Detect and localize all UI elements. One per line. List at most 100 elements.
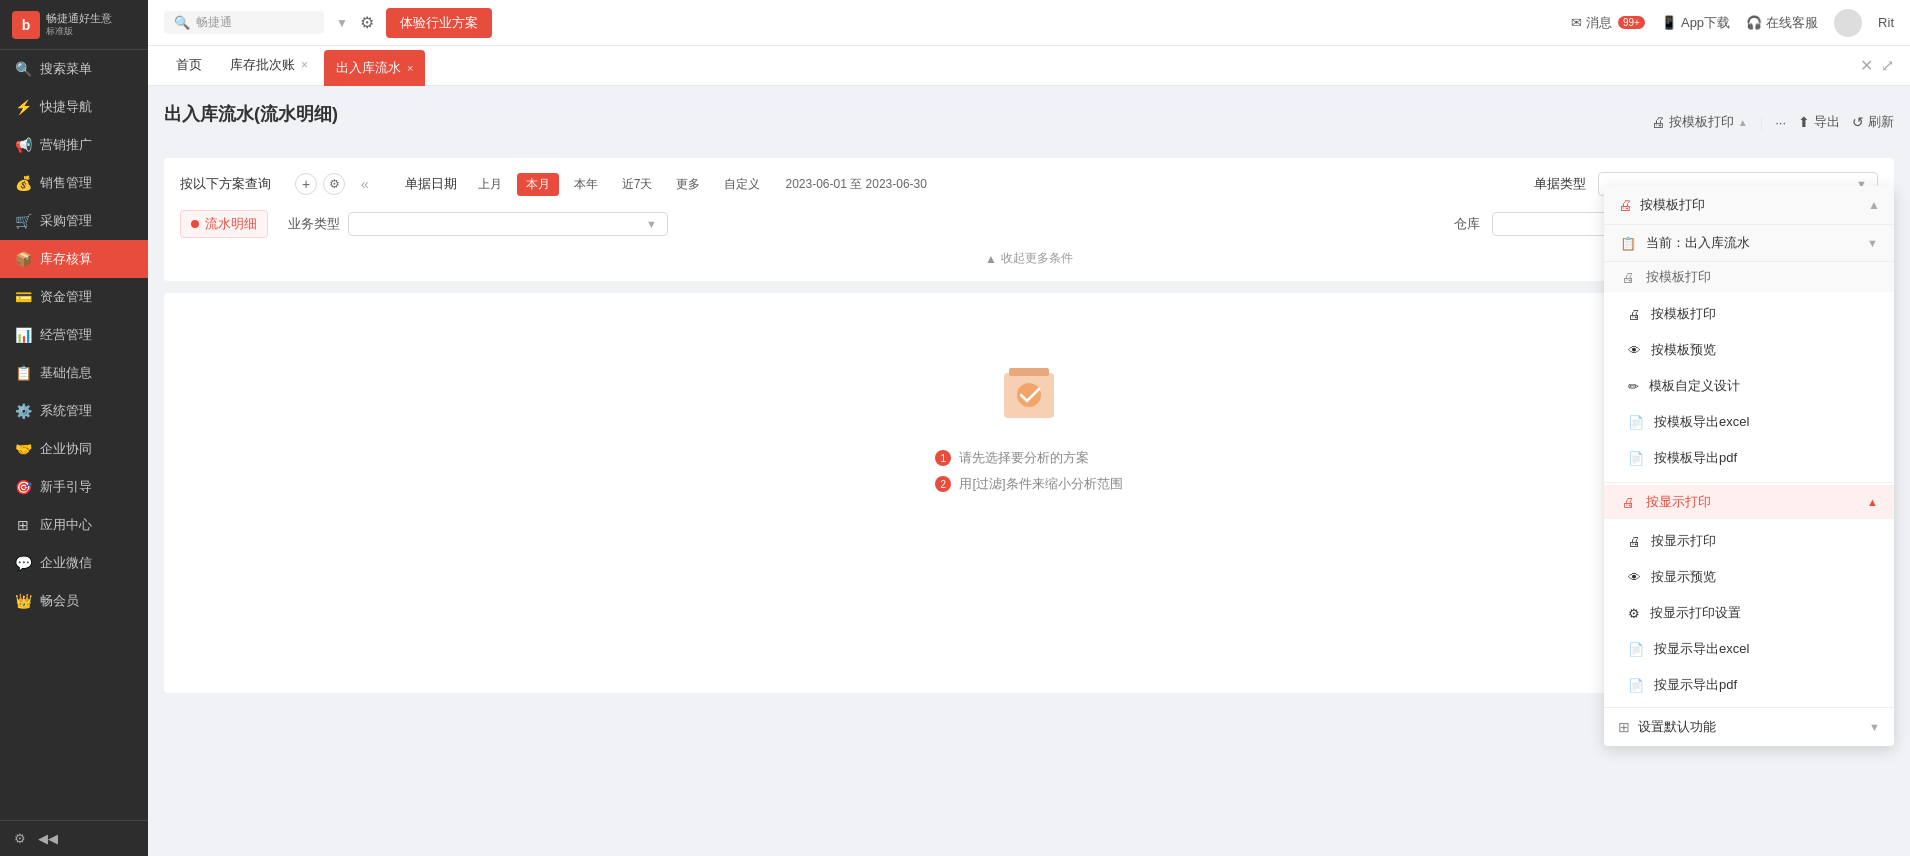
main-content: 🔍 ▼ ⚙ 体验行业方案 ✉ 消息 99+ 📱 App下载 🎧 在线客服 Rit (148, 0, 1910, 856)
collapse-more-button[interactable]: ▲ 收起更多条件 (985, 250, 1073, 267)
dropdown-item-template-preview[interactable]: 👁 按模板预览 (1604, 332, 1894, 368)
date-btn-7days[interactable]: 近7天 (613, 173, 662, 196)
sidebar-item-wechat[interactable]: 💬 企业微信 (0, 544, 148, 582)
dropdown-item-template-excel[interactable]: 📄 按模板导出excel (1604, 404, 1894, 440)
sidebar-item-enterprise[interactable]: 🤝 企业协同 (0, 430, 148, 468)
dropdown-item-display-print[interactable]: 🖨 按显示打印 (1604, 523, 1894, 559)
filter-add-button[interactable]: + (295, 173, 317, 195)
pdf-icon: 📄 (1628, 451, 1644, 466)
print-template-button[interactable]: 🖨 按模板打印 ▲ (1651, 113, 1748, 131)
date-filter-label: 单据日期 (405, 175, 457, 193)
app-logo: b 畅捷通好生意 标准版 (0, 0, 148, 50)
sidebar-item-sales[interactable]: 💰 销售管理 (0, 164, 148, 202)
sidebar-nav: 🔍 搜索菜单 ⚡ 快捷导航 📢 营销推广 💰 销售管理 🛒 采购管理 📦 库存核… (0, 50, 148, 820)
dropdown-footer-default[interactable]: ⊞ 设置默认功能 ▼ (1604, 708, 1894, 746)
refresh-button[interactable]: ↺ 刷新 (1852, 113, 1894, 131)
sidebar-item-purchase[interactable]: 🛒 采购管理 (0, 202, 148, 240)
business-type-select[interactable]: ▼ (348, 212, 668, 236)
print-dropdown-arrow[interactable]: ▲ (1738, 117, 1748, 128)
sidebar-item-label: 营销推广 (40, 136, 92, 154)
sidebar-item-label: 系统管理 (40, 402, 92, 420)
more-options-button[interactable]: ··· (1775, 115, 1786, 130)
tab-close-flow[interactable]: × (407, 62, 413, 74)
sidebar-item-basic-info[interactable]: 📋 基础信息 (0, 354, 148, 392)
display-preview-icon: 👁 (1628, 570, 1641, 585)
tab-home[interactable]: 首页 (164, 46, 214, 86)
sidebar-item-label: 经营管理 (40, 326, 92, 344)
sidebar: b 畅捷通好生意 标准版 🔍 搜索菜单 ⚡ 快捷导航 📢 营销推广 💰 销售管理… (0, 0, 148, 856)
footer-arrow: ▼ (1869, 721, 1880, 733)
tab-close-batch-account[interactable]: × (301, 58, 308, 72)
dropdown-item-template-custom[interactable]: ✏ 模板自定义设计 (1604, 368, 1894, 404)
filter-collapse-button[interactable]: « (361, 176, 369, 192)
display-pdf-icon: 📄 (1628, 678, 1644, 693)
tab-batch-account[interactable]: 库存批次账 × (218, 46, 320, 86)
sidebar-item-finance[interactable]: 💳 资金管理 (0, 278, 148, 316)
date-btn-current-month[interactable]: 本月 (517, 173, 559, 196)
dropdown-item-display-print-settings[interactable]: ⚙ 按显示打印设置 (1604, 595, 1894, 631)
dropdown-item-template-pdf[interactable]: 📄 按模板导出pdf (1604, 440, 1894, 476)
empty-step-1: 1 请先选择要分析的方案 (935, 449, 1122, 467)
empty-illustration (989, 353, 1069, 433)
sidebar-item-label: 企业协同 (40, 440, 92, 458)
date-btn-custom[interactable]: 自定义 (715, 173, 769, 196)
sidebar-item-marketing[interactable]: 📢 营销推广 (0, 126, 148, 164)
dropdown-item-display-preview[interactable]: 👁 按显示预览 (1604, 559, 1894, 595)
filter-tag-flow: 流水明细 (180, 210, 268, 238)
message-button[interactable]: ✉ 消息 99+ (1571, 14, 1645, 32)
date-btn-more[interactable]: 更多 (667, 173, 709, 196)
filter-actions: + ⚙ (295, 173, 345, 195)
wechat-icon: 💬 (14, 554, 32, 572)
topbar-search-box[interactable]: 🔍 (164, 11, 324, 34)
collapse-up-icon: ▲ (985, 252, 997, 266)
dropdown-collapse-arrow[interactable]: ▲ (1868, 198, 1880, 212)
warehouse-label: 仓库 (1454, 215, 1480, 233)
sidebar-item-label: 企业微信 (40, 554, 92, 572)
empty-step-2: 2 用[过滤]条件来缩小分析范围 (935, 475, 1122, 493)
topbar-gear-icon[interactable]: ⚙ (360, 13, 374, 32)
dropdown-display-print-header: 🖨 按显示打印 ▲ (1604, 485, 1894, 519)
phone-icon: 📱 (1661, 15, 1677, 30)
business-type-arrow: ▼ (646, 218, 657, 230)
industry-solution-button[interactable]: 体验行业方案 (386, 8, 492, 38)
sidebar-settings-btn[interactable]: ⚙ (14, 831, 26, 846)
sidebar-item-guide[interactable]: 🎯 新手引导 (0, 468, 148, 506)
sidebar-collapse-btn[interactable]: ◀◀ (38, 831, 58, 846)
sidebar-item-app-center[interactable]: ⊞ 应用中心 (0, 506, 148, 544)
dropdown-title: 🖨 按模板打印 (1618, 196, 1705, 214)
sidebar-item-quick-nav[interactable]: ⚡ 快捷导航 (0, 88, 148, 126)
sidebar-item-search[interactable]: 🔍 搜索菜单 (0, 50, 148, 88)
excel-icon: 📄 (1628, 415, 1644, 430)
filter-settings-button[interactable]: ⚙ (323, 173, 345, 195)
app-download-button[interactable]: 📱 App下载 (1661, 14, 1730, 32)
page-content: 出入库流水(流水明细) 🖨 按模板打印 ▲ | ··· ⬆ 导出 ↺ 刷新 (148, 86, 1910, 856)
handshake-icon: 🤝 (14, 440, 32, 458)
sidebar-item-label: 销售管理 (40, 174, 92, 192)
dropdown-current-template[interactable]: 📋 当前：出入库流水 ▼ (1604, 225, 1894, 262)
sidebar-item-member[interactable]: 👑 畅会员 (0, 582, 148, 620)
search-icon: 🔍 (174, 15, 190, 30)
search-input[interactable] (196, 16, 296, 30)
tab-flow[interactable]: 出入库流水 × (324, 50, 425, 86)
date-btn-prev-month[interactable]: 上月 (469, 173, 511, 196)
tab-maximize-button[interactable]: ⤢ (1881, 56, 1894, 75)
sidebar-item-operations[interactable]: 📊 经营管理 (0, 316, 148, 354)
preview-icon: 👁 (1628, 343, 1641, 358)
sidebar-item-inventory[interactable]: 📦 库存核算 (0, 240, 148, 278)
dropdown-item-template-print[interactable]: 🖨 按模板打印 (1604, 296, 1894, 332)
topbar-dropdown-icon[interactable]: ▼ (336, 16, 348, 30)
headset-icon: 🎧 (1746, 15, 1762, 30)
dropdown-item-display-excel[interactable]: 📄 按显示导出excel (1604, 631, 1894, 667)
dropdown-item-display-pdf[interactable]: 📄 按显示导出pdf (1604, 667, 1894, 703)
printer-icon: 🖨 (1620, 269, 1636, 285)
dropdown-print-icon: 🖨 (1618, 197, 1632, 213)
page-header: 出入库流水(流水明细) 🖨 按模板打印 ▲ | ··· ⬆ 导出 ↺ 刷新 (164, 102, 1894, 142)
sidebar-item-label: 畅会员 (40, 592, 79, 610)
user-avatar[interactable] (1834, 9, 1862, 37)
online-service-button[interactable]: 🎧 在线客服 (1746, 14, 1818, 32)
sidebar-item-system[interactable]: ⚙️ 系统管理 (0, 392, 148, 430)
export-button[interactable]: ⬆ 导出 (1798, 113, 1840, 131)
tab-close-button[interactable]: ✕ (1860, 56, 1873, 75)
date-btn-current-year[interactable]: 本年 (565, 173, 607, 196)
dropdown-template-items: 🖨 按模板打印 👁 按模板预览 ✏ 模板自定义设计 📄 按模板导出excel 📄 (1604, 292, 1894, 480)
